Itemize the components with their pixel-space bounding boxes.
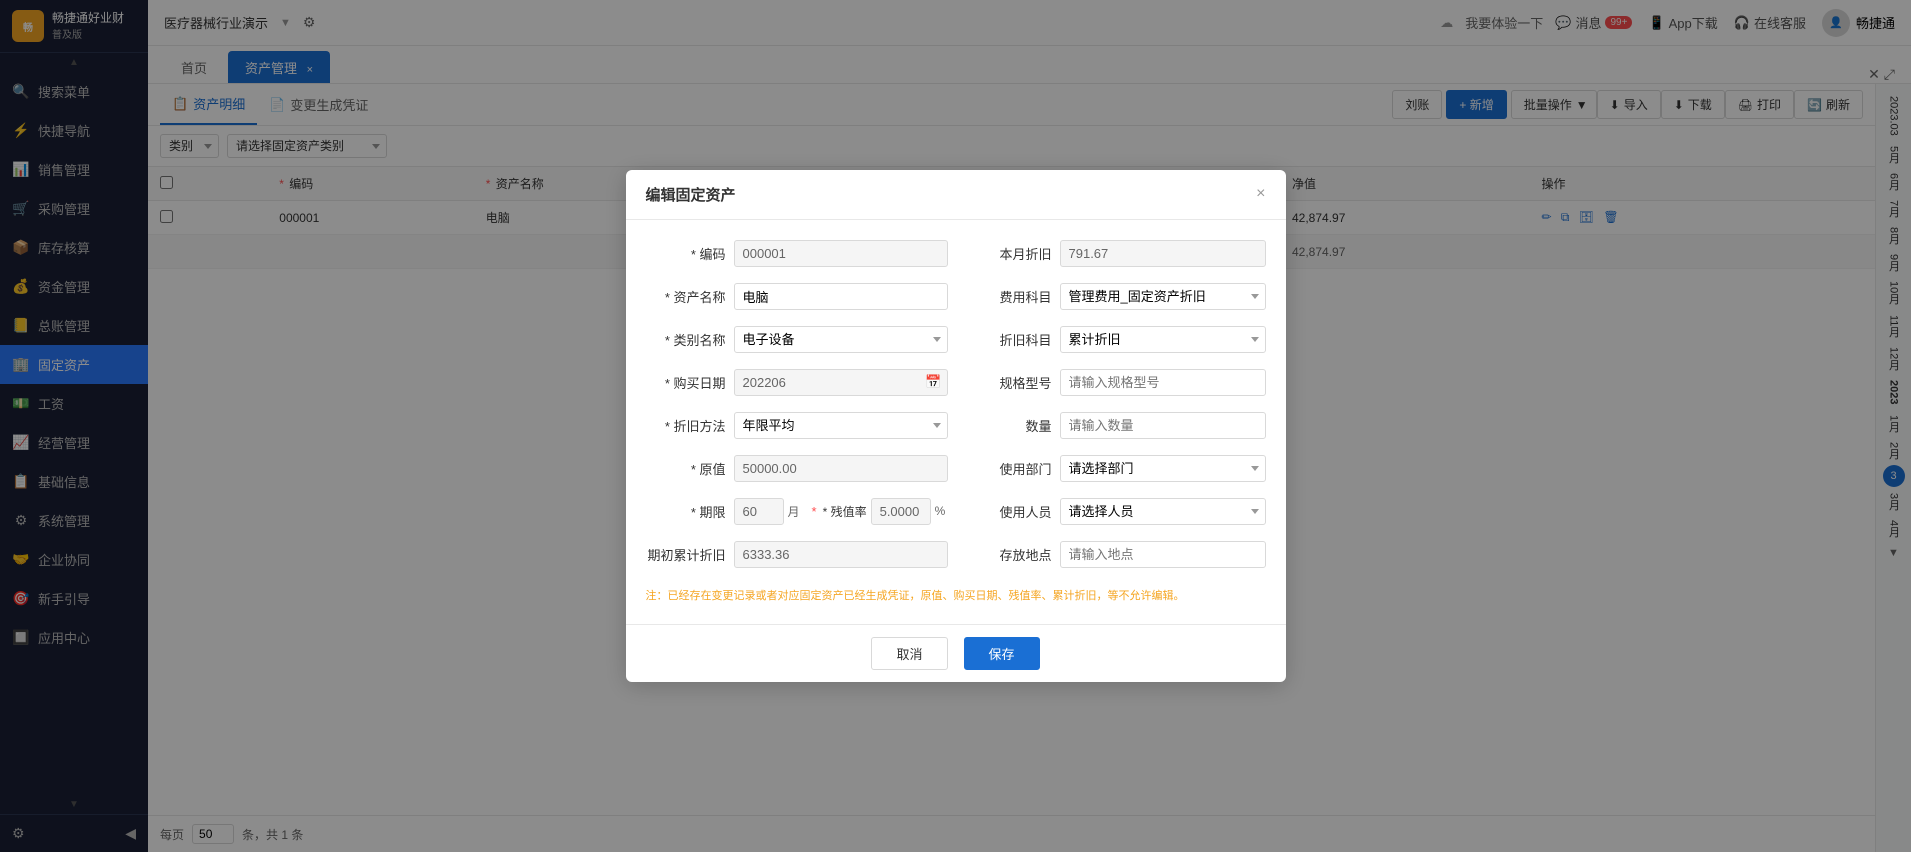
form-item-monthly-dep: 本月折旧 bbox=[972, 240, 1266, 267]
form-item-dep-method: * 折旧方法 年限平均 bbox=[646, 412, 948, 439]
code-input[interactable] bbox=[734, 240, 948, 267]
dep-account-label: 折旧科目 bbox=[972, 330, 1052, 349]
dep-method-select[interactable]: 年限平均 bbox=[734, 412, 948, 439]
initial-accumulated-label: 期初累计折旧 bbox=[646, 545, 726, 564]
modal-footer: 取消 保存 bbox=[626, 624, 1286, 682]
form-item-purchase-date: * 购买日期 📅 bbox=[646, 369, 948, 396]
dept-label: 使用部门 bbox=[972, 459, 1052, 478]
modal-close-btn[interactable]: × bbox=[1256, 185, 1265, 203]
period-input[interactable] bbox=[734, 498, 784, 525]
modal-title: 编辑固定资产 bbox=[646, 184, 736, 205]
person-label: 使用人员 bbox=[972, 502, 1052, 521]
quantity-label: 数量 bbox=[972, 416, 1052, 435]
form-item-period: * 期限 月 * * 残值率 % bbox=[646, 498, 948, 525]
period-group: 月 * * 残值率 % bbox=[734, 498, 948, 525]
residual-rate-unit: % bbox=[935, 504, 946, 518]
code-label: * 编码 bbox=[646, 244, 726, 263]
original-value-label: * 原值 bbox=[646, 459, 726, 478]
form-item-quantity: 数量 bbox=[972, 412, 1266, 439]
form-item-spec: 规格型号 bbox=[972, 369, 1266, 396]
category-select[interactable]: 电子设备 bbox=[734, 326, 948, 353]
purchase-date-input[interactable] bbox=[734, 369, 948, 396]
expense-account-select[interactable]: 管理费用_固定资产折旧 bbox=[1060, 283, 1266, 310]
save-btn[interactable]: 保存 bbox=[964, 637, 1040, 670]
form-item-dep-account: 折旧科目 累计折旧 bbox=[972, 326, 1266, 353]
dep-method-label: * 折旧方法 bbox=[646, 416, 726, 435]
form-item-category: * 类别名称 电子设备 bbox=[646, 326, 948, 353]
expense-account-label: 费用科目 bbox=[972, 287, 1052, 306]
cancel-btn[interactable]: 取消 bbox=[871, 637, 947, 670]
initial-accumulated-input[interactable] bbox=[734, 541, 948, 568]
purchase-date-wrap: 📅 bbox=[734, 369, 948, 396]
person-select[interactable]: 请选择人员 bbox=[1060, 498, 1266, 525]
spec-label: 规格型号 bbox=[972, 373, 1052, 392]
form-item-expense-account: 费用科目 管理费用_固定资产折旧 bbox=[972, 283, 1266, 310]
location-input[interactable] bbox=[1060, 541, 1266, 568]
residual-rate-input[interactable] bbox=[871, 498, 931, 525]
modal-overlay: 编辑固定资产 × * 编码 本月折旧 * 资产名称 bbox=[0, 0, 1911, 852]
modal-body: * 编码 本月折旧 * 资产名称 费用科目 管理费用_固定资产折 bbox=[626, 220, 1286, 625]
dept-select[interactable]: 请选择部门 bbox=[1060, 455, 1266, 482]
modal-header: 编辑固定资产 × bbox=[626, 170, 1286, 220]
form-item-initial-accumulated: 期初累计折旧 bbox=[646, 541, 948, 568]
asset-name-label: * 资产名称 bbox=[646, 287, 726, 306]
edit-asset-modal: 编辑固定资产 × * 编码 本月折旧 * 资产名称 bbox=[626, 170, 1286, 683]
period-label: * 期限 bbox=[646, 502, 726, 521]
asset-name-input[interactable] bbox=[734, 283, 948, 310]
residual-rate-label-inline: * 残值率 bbox=[823, 503, 867, 520]
category-label: * 类别名称 bbox=[646, 330, 726, 349]
location-label: 存放地点 bbox=[972, 545, 1052, 564]
form-grid: * 编码 本月折旧 * 资产名称 费用科目 管理费用_固定资产折 bbox=[646, 240, 1266, 568]
dep-account-select[interactable]: 累计折旧 bbox=[1060, 326, 1266, 353]
modal-note: 注：已经存在变更记录或者对应固定资产已经生成凭证，原值、购买日期、残值率、累计折… bbox=[646, 584, 1266, 605]
monthly-dep-label: 本月折旧 bbox=[972, 244, 1052, 263]
spec-input[interactable] bbox=[1060, 369, 1266, 396]
original-value-input[interactable] bbox=[734, 455, 948, 482]
quantity-input[interactable] bbox=[1060, 412, 1266, 439]
form-item-person: 使用人员 请选择人员 bbox=[972, 498, 1266, 525]
period-unit: 月 bbox=[788, 503, 800, 520]
form-item-dept: 使用部门 请选择部门 bbox=[972, 455, 1266, 482]
form-item-name: * 资产名称 bbox=[646, 283, 948, 310]
form-item-original-value: * 原值 bbox=[646, 455, 948, 482]
form-item-code: * 编码 bbox=[646, 240, 948, 267]
purchase-date-label: * 购买日期 bbox=[646, 373, 726, 392]
monthly-dep-input[interactable] bbox=[1060, 240, 1266, 267]
form-item-location: 存放地点 bbox=[972, 541, 1266, 568]
